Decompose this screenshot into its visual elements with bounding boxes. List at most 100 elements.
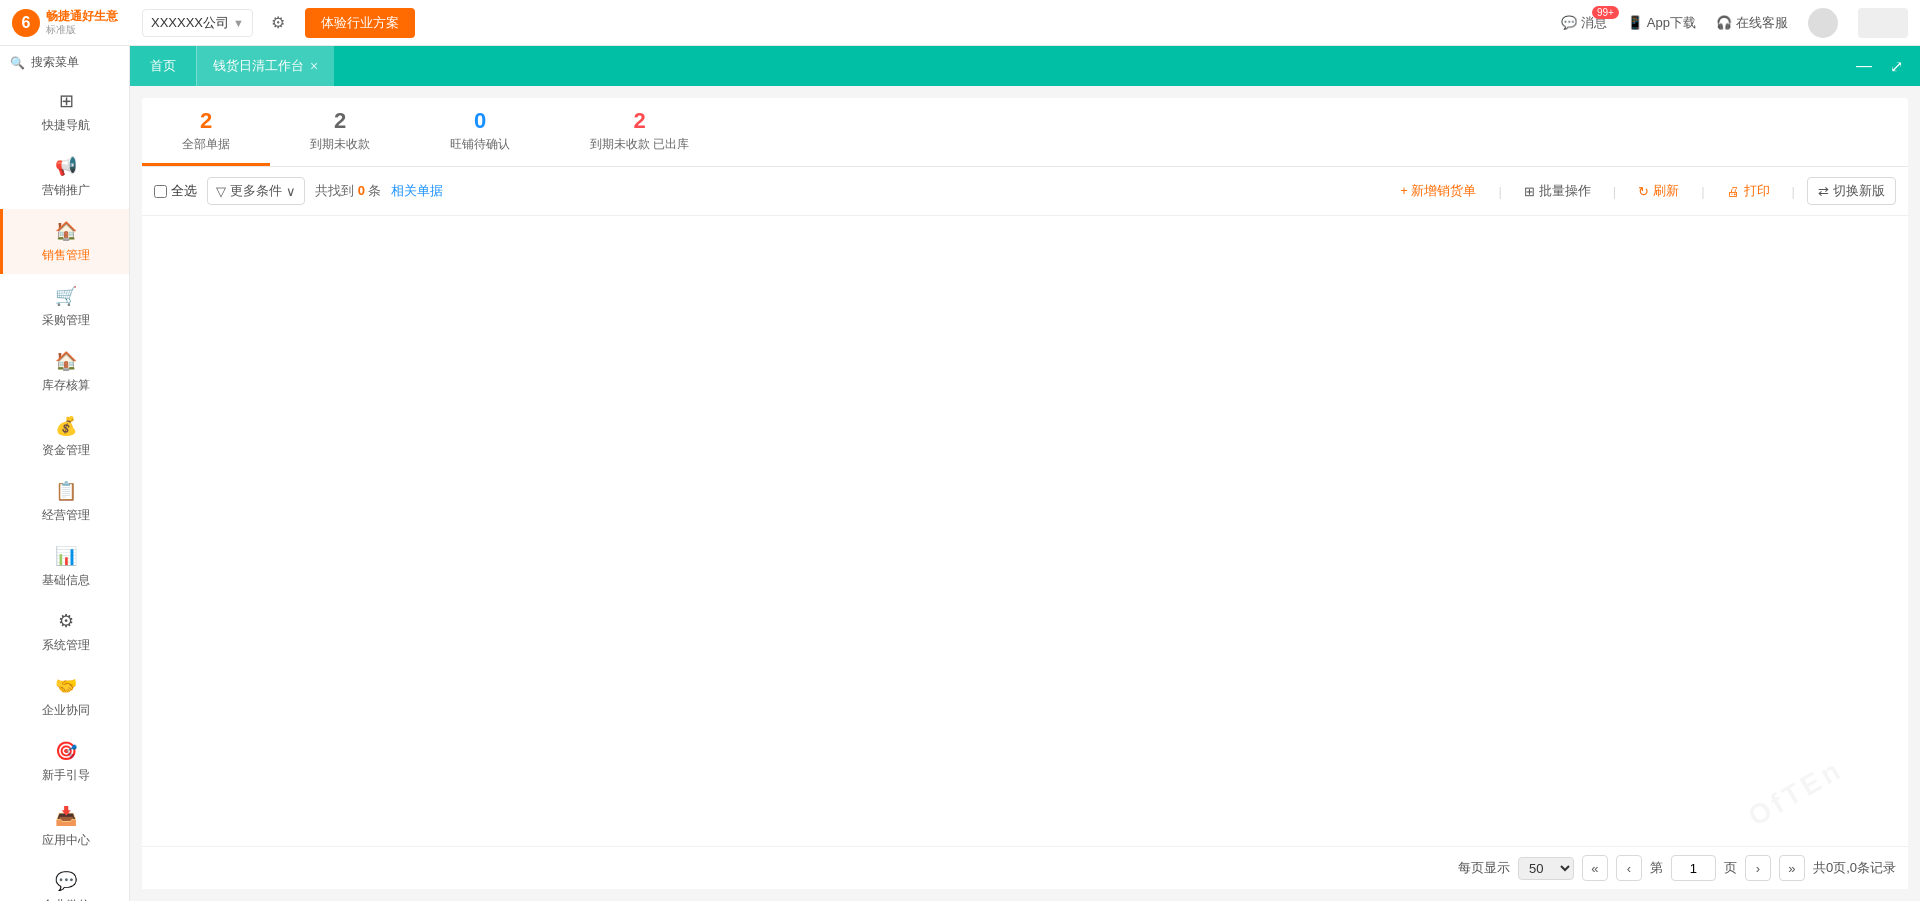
close-tab-icon[interactable]: × [310,58,318,74]
purchase-icon: 🛒 [54,284,78,308]
sidebar-item-finance[interactable]: 💰 资金管理 [0,404,129,469]
sidebar-item-label: 经营管理 [42,507,90,524]
last-page-btn[interactable]: » [1779,855,1805,881]
sidebar-item-app-center[interactable]: 📥 应用中心 [0,794,129,859]
stat-count-overdue-shipped: 2 [634,108,646,134]
sidebar-item-label: 营销推广 [42,182,90,199]
company-selector[interactable]: XXXXXX公司 ▼ [142,9,253,37]
tab-bar-actions: — ⤢ [1848,50,1920,82]
print-label: 打印 [1744,182,1770,200]
app-download-item[interactable]: 📱 App下载 [1627,14,1696,32]
found-text: 共找到 0 条 [315,182,381,200]
add-order-button[interactable]: + 新增销货单 [1390,178,1486,204]
app-download-icon: 📱 [1627,15,1643,30]
guide-icon: 🎯 [54,739,78,763]
stat-count-pending: 0 [474,108,486,134]
logo-sub: 标准版 [46,24,118,36]
refresh-button[interactable]: ↻ 刷新 [1628,178,1689,204]
sidebar-item-label: 系统管理 [42,637,90,654]
logo-text: 畅捷通好生意 标准版 [46,9,118,35]
sidebar-item-label: 企业微信 [42,897,90,901]
batch-button[interactable]: ⊞ 批量操作 [1514,178,1601,204]
sidebar-item-sales[interactable]: 🏠 销售管理 [0,209,129,274]
sidebar-item-system[interactable]: ⚙ 系统管理 [0,599,129,664]
settings-icon[interactable]: ⚙ [263,8,293,38]
tab-home-label: 首页 [150,57,176,75]
system-icon: ⚙ [54,609,78,633]
sidebar-item-quick-nav[interactable]: ⊞ 快捷导航 [0,79,129,144]
chevron-down-icon: ▼ [233,17,244,29]
sidebar-item-label: 基础信息 [42,572,90,589]
filter-button[interactable]: ▽ 更多条件 ∨ [207,177,305,205]
company-name: XXXXXX公司 [151,14,229,32]
tab-home[interactable]: 首页 [130,46,196,86]
top-bar: 6 畅捷通好生意 标准版 XXXXXX公司 ▼ ⚙ 体验行业方案 💬 消息 99… [0,0,1920,46]
tab-maximize-btn[interactable]: ⤢ [1880,50,1912,82]
base-info-icon: 📊 [54,544,78,568]
per-page-select[interactable]: 50 100 200 [1518,857,1574,880]
sub-content: 2 全部单据 2 到期未收款 0 旺铺待确认 2 到期未收款 已出库 [130,86,1920,901]
notification-badge: 99+ [1592,6,1619,19]
sidebar-search[interactable]: 🔍 搜索菜单 [0,46,129,79]
enterprise-icon: 🤝 [54,674,78,698]
logo-icon: 6 [12,9,40,37]
sidebar-item-operations[interactable]: 📋 经营管理 [0,469,129,534]
chevron-down-icon: ∨ [286,184,296,199]
page-number-input[interactable] [1671,855,1716,881]
batch-label: 批量操作 [1539,182,1591,200]
switch-version-button[interactable]: ⇄ 切换新版 [1807,177,1896,205]
stat-tab-overdue-shipped[interactable]: 2 到期未收款 已出库 [550,98,729,166]
refresh-icon: ↻ [1638,184,1649,199]
select-all-input[interactable] [154,185,167,198]
stat-label-all: 全部单据 [182,136,230,153]
related-orders-link[interactable]: 相关单据 [391,182,443,200]
marketing-icon: 📢 [54,154,78,178]
online-support-item[interactable]: 🎧 在线客服 [1716,14,1788,32]
stat-tab-overdue[interactable]: 2 到期未收款 [270,98,410,166]
tab-bar: 首页 钱货日清工作台 × — ⤢ [130,46,1920,86]
tab-minimize-btn[interactable]: — [1848,50,1880,82]
stat-label-overdue: 到期未收款 [310,136,370,153]
pagination-bar: 每页显示 50 100 200 « ‹ 第 页 › » 共0页,0条记录 [142,846,1908,889]
search-icon: 🔍 [10,56,25,70]
user-name-area [1858,8,1908,38]
stat-count-all: 2 [200,108,212,134]
notification-item[interactable]: 💬 消息 99+ [1561,14,1607,32]
toolbar-right: + 新增销货单 | ⊞ 批量操作 | ↻ 刷新 | 🖨 [1390,177,1896,205]
page-suffix-label: 页 [1724,859,1737,877]
sales-icon: 🏠 [54,219,78,243]
sidebar-item-purchase[interactable]: 🛒 采购管理 [0,274,129,339]
stat-tab-all[interactable]: 2 全部单据 [142,98,270,166]
online-support-label: 在线客服 [1736,14,1788,32]
select-all-checkbox[interactable]: 全选 [154,182,197,200]
sidebar-item-label: 快捷导航 [42,117,90,134]
finance-icon: 💰 [54,414,78,438]
toolbar: 全选 ▽ 更多条件 ∨ 共找到 0 条 相关单据 [142,167,1908,216]
sidebar-item-guide[interactable]: 🎯 新手引导 [0,729,129,794]
first-page-btn[interactable]: « [1582,855,1608,881]
page-prefix-label: 第 [1650,859,1663,877]
sidebar-item-wechat[interactable]: 💬 企业微信 [0,859,129,901]
toolbar-left: 全选 ▽ 更多条件 ∨ 共找到 0 条 相关单据 [154,177,1378,205]
sidebar-item-marketing[interactable]: 📢 营销推广 [0,144,129,209]
online-support-icon: 🎧 [1716,15,1732,30]
avatar[interactable] [1808,8,1838,38]
tab-work-station[interactable]: 钱货日清工作台 × [196,46,334,86]
filter-label: 更多条件 [230,182,282,200]
wechat-icon: 💬 [54,869,78,893]
trial-button[interactable]: 体验行业方案 [305,8,415,38]
tab-work-station-label: 钱货日清工作台 [213,57,304,75]
switch-label: 切换新版 [1833,182,1885,200]
print-button[interactable]: 🖨 打印 [1717,178,1780,204]
sidebar-item-enterprise[interactable]: 🤝 企业协同 [0,664,129,729]
stat-tab-pending[interactable]: 0 旺铺待确认 [410,98,550,166]
app-center-icon: 📥 [54,804,78,828]
prev-page-btn[interactable]: ‹ [1616,855,1642,881]
sidebar-search-label: 搜索菜单 [31,54,79,71]
sidebar: 🔍 搜索菜单 ⊞ 快捷导航 📢 营销推广 🏠 销售管理 🛒 采购管理 🏠 库存核… [0,46,130,901]
next-page-btn[interactable]: › [1745,855,1771,881]
print-icon: 🖨 [1727,184,1740,199]
sidebar-item-base-info[interactable]: 📊 基础信息 [0,534,129,599]
sidebar-item-inventory[interactable]: 🏠 库存核算 [0,339,129,404]
operations-icon: 📋 [54,479,78,503]
